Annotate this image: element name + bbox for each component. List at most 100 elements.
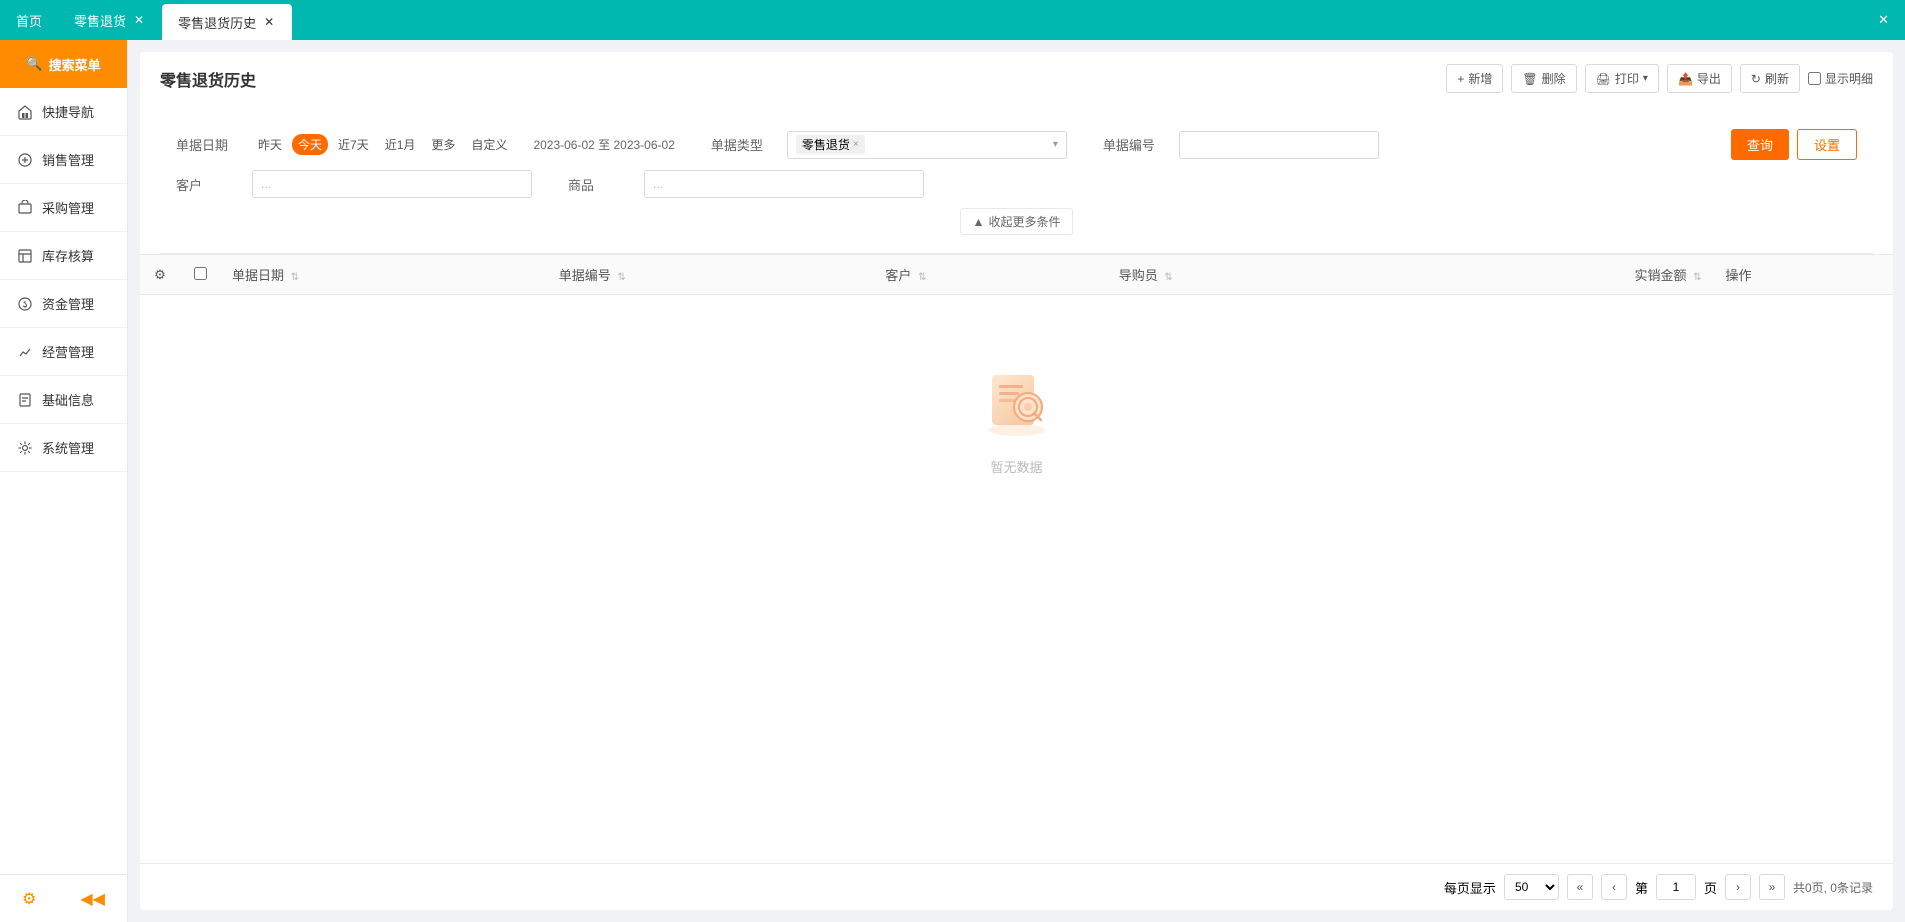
col-settings[interactable]: ⚙ — [140, 255, 180, 295]
sidebar-item-purchase-mgmt[interactable]: 采购管理 — [0, 184, 127, 232]
sales-icon — [16, 151, 34, 169]
sidebar-bottom: ⚙ ◀◀ — [0, 874, 127, 922]
first-page-button[interactable]: « — [1567, 874, 1593, 900]
date-range-display: 2023-06-02 至 2023-06-02 — [533, 136, 674, 153]
tab-retail-return-history[interactable]: 零售退货历史 ✕ — [162, 4, 292, 40]
collapse-button[interactable]: ▲ 收起更多条件 — [960, 208, 1074, 235]
sidebar-item-finance-label: 资金管理 — [42, 294, 94, 313]
sidebar-item-finance[interactable]: 资金管理 — [0, 280, 127, 328]
query-button[interactable]: 查询 — [1731, 129, 1789, 160]
col-doc-date[interactable]: 单据日期 ⇅ — [220, 255, 547, 295]
per-page-label: 每页显示 — [1444, 878, 1496, 897]
type-tag-label: 零售退货 — [802, 136, 850, 153]
sidebar-items: 快捷导航 销售管理 采购管理 库存核算 — [0, 88, 127, 874]
sidebar-item-operations[interactable]: 经营管理 — [0, 328, 127, 376]
sidebar-search[interactable]: 🔍 搜索菜单 — [0, 40, 127, 88]
total-info: 共0页, 0条记录 — [1793, 879, 1873, 896]
page-title-row: 零售退货历史 + 新增 🗑 删除 🖨 — [160, 64, 1873, 93]
export-icon: 📤 — [1678, 72, 1693, 86]
page-input[interactable] — [1656, 874, 1696, 900]
empty-state: 暂无数据 — [140, 295, 1893, 536]
inventory-icon — [16, 247, 34, 265]
pagination-bar: 每页显示 50 10 20 100 « ‹ 第 页 › » — [140, 863, 1893, 910]
delete-button[interactable]: 🗑 删除 — [1511, 64, 1576, 93]
volume-button[interactable]: ◀◀ — [72, 881, 113, 917]
tab-retail-return-history-label: 零售退货历史 — [178, 13, 256, 32]
col-checkbox[interactable] — [180, 255, 220, 295]
col-customer[interactable]: 客户 ⇅ — [873, 255, 1106, 295]
sidebar-item-system-mgmt[interactable]: 系统管理 — [0, 424, 127, 472]
operations-icon — [16, 343, 34, 361]
col-customer-sort: ⇅ — [918, 272, 926, 283]
goods-filter-tag[interactable]: ... — [644, 170, 924, 198]
toolbar: + 新增 🗑 删除 🖨 打印 ▾ — [1446, 64, 1873, 93]
next-page-button[interactable]: › — [1725, 874, 1751, 900]
finance-icon — [16, 295, 34, 313]
sidebar-item-inventory[interactable]: 库存核算 — [0, 232, 127, 280]
page-unit: 页 — [1704, 878, 1717, 897]
tab-retail-return-close[interactable]: ✕ — [132, 13, 146, 27]
customer-filter-tag[interactable]: ... — [252, 170, 532, 198]
table-settings-icon[interactable]: ⚙ — [154, 267, 166, 282]
tab-retail-return-history-close[interactable]: ✕ — [262, 15, 276, 29]
refresh-label: 刷新 — [1765, 70, 1789, 87]
col-amount[interactable]: 实销金额 ⇅ — [1387, 255, 1714, 295]
type-filter-tag[interactable]: 零售退货 × ▾ — [787, 131, 1067, 159]
col-amount-label: 实销金额 — [1634, 268, 1686, 283]
customer-ellipsis: ... — [261, 177, 271, 191]
prev-page-button[interactable]: ‹ — [1601, 874, 1627, 900]
settings-button[interactable]: ⚙ — [14, 881, 44, 917]
date-filter-label: 单据日期 — [176, 135, 236, 154]
collapse-label: 收起更多条件 — [988, 213, 1060, 230]
home-icon — [16, 103, 34, 121]
table-header-row: ⚙ 单据日期 ⇅ — [140, 255, 1893, 295]
show-detail-checkbox-label[interactable]: 显示明细 — [1808, 70, 1873, 87]
type-tag-close[interactable]: × — [853, 139, 859, 150]
col-doc-no[interactable]: 单据编号 ⇅ — [547, 255, 874, 295]
tab-home[interactable]: 首页 — [0, 0, 58, 40]
sidebar-item-basic-info[interactable]: 基础信息 — [0, 376, 127, 424]
sidebar-item-system-mgmt-label: 系统管理 — [42, 438, 94, 457]
sidebar-item-operations-label: 经营管理 — [42, 342, 94, 361]
sidebar-item-sales-mgmt[interactable]: 销售管理 — [0, 136, 127, 184]
sidebar-item-quick-nav[interactable]: 快捷导航 — [0, 88, 127, 136]
tab-home-label: 首页 — [16, 11, 42, 30]
type-filter-inner: 零售退货 × — [796, 135, 1049, 154]
page-title: 零售退货历史 — [160, 67, 256, 91]
top-bar-close[interactable]: ✕ — [1878, 12, 1905, 28]
date-option-today[interactable]: 今天 — [292, 134, 328, 155]
purchase-icon — [16, 199, 34, 217]
select-all-checkbox[interactable] — [194, 267, 207, 280]
last-page-button[interactable]: » — [1759, 874, 1785, 900]
content-wrapper: 零售退货历史 + 新增 🗑 删除 🖨 — [128, 40, 1905, 922]
col-doc-date-sort: ⇅ — [291, 272, 299, 283]
search-icon: 🔍 — [26, 56, 42, 72]
show-detail-checkbox[interactable] — [1808, 72, 1821, 85]
export-button[interactable]: 📤 导出 — [1667, 64, 1732, 93]
date-options: 昨天 今天 近7天 近1月 更多 自定义 — [252, 134, 513, 155]
per-page-select[interactable]: 50 10 20 100 — [1504, 874, 1559, 900]
date-option-yesterday[interactable]: 昨天 — [252, 134, 288, 155]
print-icon: 🖨 — [1596, 72, 1611, 86]
goods-filter-label: 商品 — [568, 175, 628, 194]
date-option-7days[interactable]: 近7天 — [332, 134, 375, 155]
new-button[interactable]: + 新增 — [1446, 64, 1503, 93]
docno-filter-input[interactable] — [1179, 131, 1379, 159]
filter-row-2: 客户 ... 商品 ... — [176, 170, 1857, 198]
docno-filter-label: 单据编号 — [1103, 135, 1163, 154]
print-button[interactable]: 🖨 打印 ▾ — [1585, 64, 1659, 93]
customer-filter-label: 客户 — [176, 175, 236, 194]
tab-retail-return[interactable]: 零售退货 ✕ — [58, 0, 162, 40]
settings-filter-button[interactable]: 设置 — [1797, 129, 1857, 160]
date-option-1month[interactable]: 近1月 — [379, 134, 422, 155]
empty-text: 暂无数据 — [990, 457, 1042, 476]
table-wrapper: ⚙ 单据日期 ⇅ — [140, 255, 1893, 863]
main-layout: 🔍 搜索菜单 快捷导航 销售管理 采购管理 — [0, 40, 1905, 922]
refresh-button[interactable]: ↻ 刷新 — [1740, 64, 1800, 93]
col-guide[interactable]: 导购员 ⇅ — [1107, 255, 1387, 295]
refresh-icon: ↻ — [1751, 72, 1761, 86]
new-icon: + — [1457, 72, 1464, 86]
date-option-more[interactable]: 更多 — [425, 134, 461, 155]
date-option-custom[interactable]: 自定义 — [465, 134, 513, 155]
col-guide-label: 导购员 — [1119, 268, 1158, 283]
